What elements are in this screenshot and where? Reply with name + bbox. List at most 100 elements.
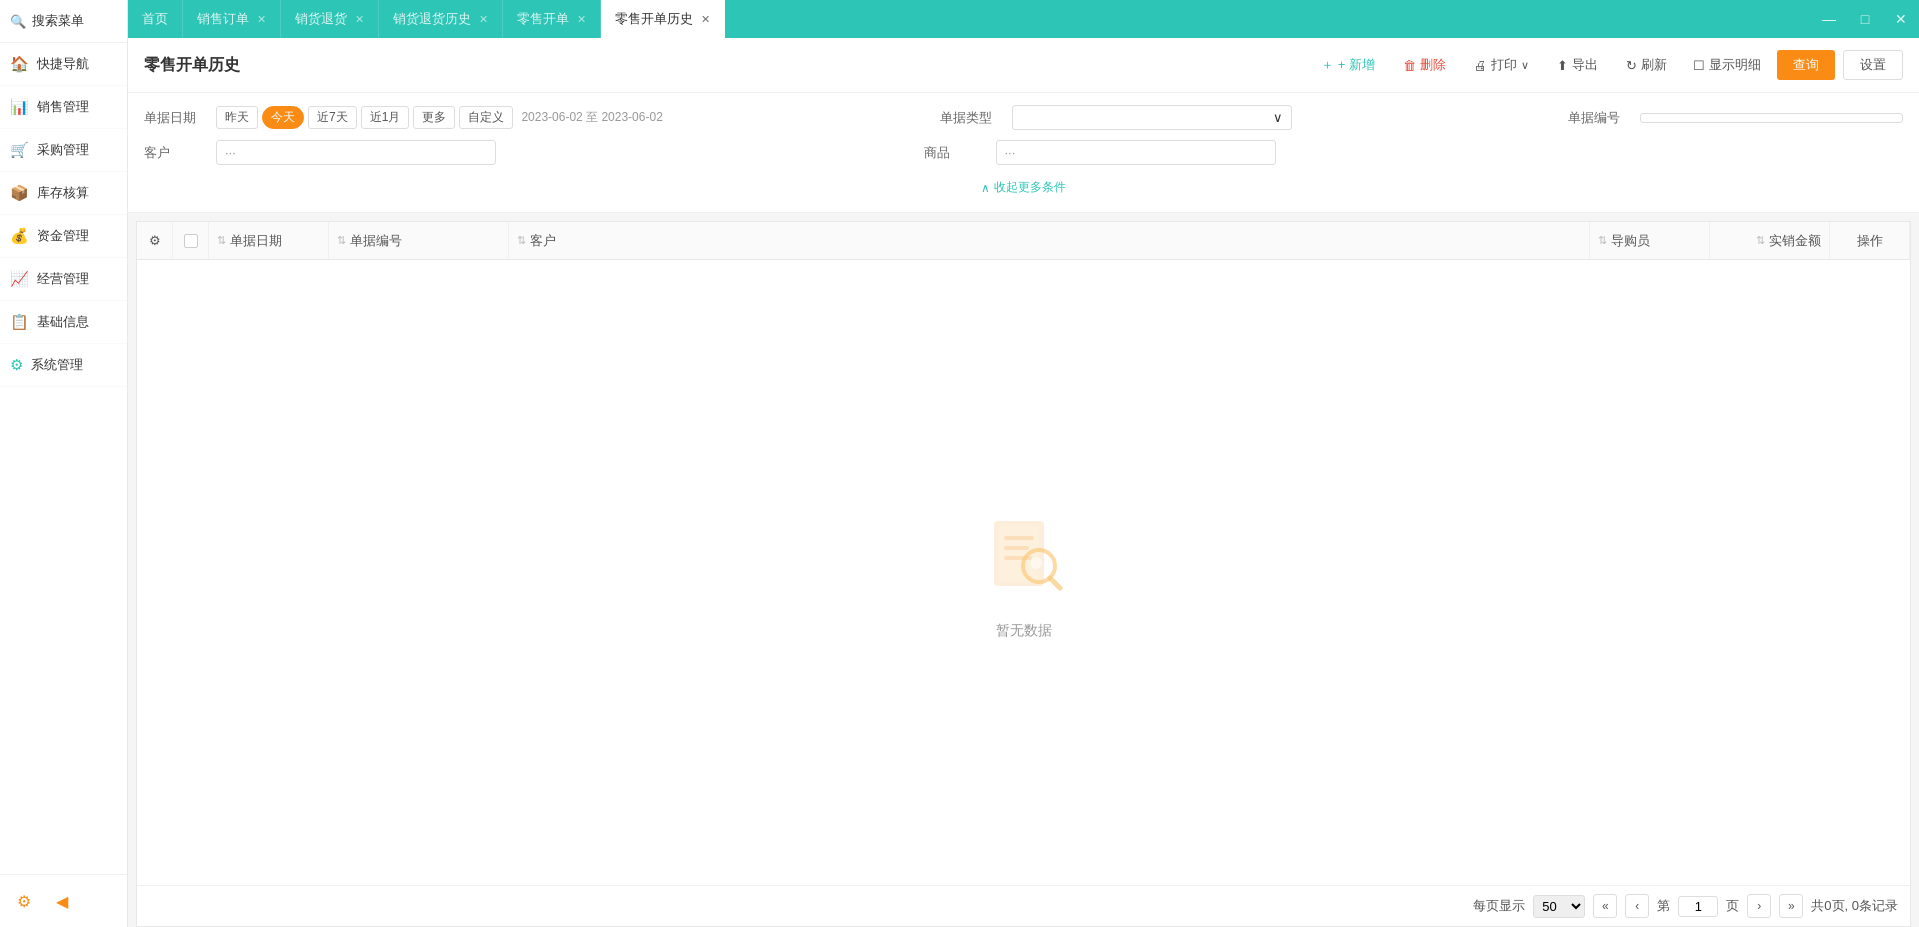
first-page-button[interactable]: «	[1593, 894, 1617, 918]
svg-point-7	[1030, 557, 1042, 569]
pagination: 每页显示 50 10 20 100 « ‹ 第 页 ›	[137, 885, 1910, 926]
sidebar-footer: ⚙ ◀	[0, 874, 127, 927]
sidebar-item-label: 资金管理	[37, 227, 89, 245]
date-buttons: 昨天 今天 近7天 近1月 更多 自定义 2023-06-02 至 2023-0…	[216, 106, 663, 129]
sidebar-item-system[interactable]: ⚙ 系统管理	[0, 344, 127, 387]
th-settings[interactable]: ⚙	[137, 222, 173, 259]
tab-sales-order[interactable]: 销售订单 ✕	[183, 0, 281, 38]
next-page-button[interactable]: ›	[1747, 894, 1771, 918]
tab-retail-open-label: 零售开单	[517, 10, 569, 28]
settings-icon: ⚙	[17, 892, 31, 911]
tab-sales-order-label: 销售订单	[197, 10, 249, 28]
print-button[interactable]: 🖨 打印 ∨	[1464, 51, 1539, 79]
customer-input[interactable]: ···	[216, 140, 496, 165]
th-date[interactable]: ⇅ 单据日期	[209, 222, 329, 259]
sidebar-search[interactable]: 🔍 搜索菜单	[0, 0, 127, 43]
customer-filter-label: 客户	[144, 144, 200, 162]
next-page-icon: ›	[1757, 899, 1761, 913]
tab-home-label: 首页	[142, 10, 168, 28]
tab-sales-return[interactable]: 销货退货 ✕	[281, 0, 379, 38]
tab-retail-open-close[interactable]: ✕	[577, 13, 586, 26]
query-button[interactable]: 查询	[1777, 50, 1835, 80]
th-customer[interactable]: ⇅ 客户	[509, 222, 1590, 259]
delete-button[interactable]: 🗑 删除	[1393, 51, 1456, 79]
print-dropdown-icon: ∨	[1521, 59, 1529, 72]
date-range-text: 2023-06-02 至 2023-06-02	[521, 109, 662, 126]
table-area: ⚙ ⇅ 单据日期 ⇅ 单据编号 ⇅ 客户 ⇅	[136, 221, 1911, 927]
close-button[interactable]: ✕	[1883, 0, 1919, 38]
export-button[interactable]: ⬆ 导出	[1547, 51, 1608, 79]
sort-amount-icon: ⇅	[1756, 234, 1765, 247]
collapse-more-btn[interactable]: ∧ 收起更多条件	[144, 175, 1903, 200]
type-filter-label: 单据类型	[940, 109, 996, 127]
content-area: 零售开单历史 ＋ + 新增 🗑 删除 🖨 打印 ∨ ⬆ 导出	[128, 38, 1919, 927]
search-icon: 🔍	[10, 14, 26, 29]
date-yesterday-btn[interactable]: 昨天	[216, 106, 258, 129]
date-7days-btn[interactable]: 近7天	[308, 106, 357, 129]
display-detail-button[interactable]: ☐ 显示明细	[1685, 51, 1769, 79]
sort-date-icon: ⇅	[217, 234, 226, 247]
tab-retail-open-history[interactable]: 零售开单历史 ✕	[601, 0, 725, 38]
per-page-label: 每页显示	[1473, 897, 1525, 915]
tab-retail-open[interactable]: 零售开单 ✕	[503, 0, 601, 38]
page-number-input[interactable]	[1678, 896, 1718, 917]
sidebar-search-label: 搜索菜单	[32, 12, 84, 30]
th-salesperson[interactable]: ⇅ 导购员	[1590, 222, 1710, 259]
delete-icon: 🗑	[1403, 58, 1416, 73]
window-controls: — □ ✕	[1811, 0, 1919, 38]
table-settings-icon: ⚙	[149, 233, 161, 248]
last-page-button[interactable]: »	[1779, 894, 1803, 918]
tab-home[interactable]: 首页	[128, 0, 183, 38]
purchase-icon: 🛒	[10, 141, 29, 159]
sidebar-item-sales-mgmt[interactable]: 📊 销售管理	[0, 86, 127, 129]
th-checkbox[interactable]	[173, 222, 209, 259]
svg-rect-1	[999, 526, 1039, 581]
first-page-icon: «	[1602, 899, 1609, 913]
settings-button[interactable]: 设置	[1843, 50, 1903, 80]
sidebar-settings-button[interactable]: ⚙	[10, 887, 38, 915]
svg-rect-2	[1004, 536, 1034, 540]
sn-input[interactable]	[1640, 113, 1903, 123]
date-custom-btn[interactable]: 自定义	[459, 106, 513, 129]
checkbox-icon: ☐	[1693, 58, 1705, 73]
date-more-btn[interactable]: 更多	[413, 106, 455, 129]
tab-sales-order-close[interactable]: ✕	[257, 13, 266, 26]
main-area: 首页 销售订单 ✕ 销货退货 ✕ 销货退货历史 ✕ 零售开单 ✕ 零售开单历史 …	[128, 0, 1919, 927]
maximize-button[interactable]: □	[1847, 0, 1883, 38]
date-today-btn[interactable]: 今天	[262, 106, 304, 129]
add-button[interactable]: ＋ + 新增	[1311, 51, 1385, 79]
sidebar-collapse-button[interactable]: ◀	[48, 887, 76, 915]
tab-sales-return-close[interactable]: ✕	[355, 13, 364, 26]
per-page-select[interactable]: 50 10 20 100	[1533, 895, 1585, 918]
sidebar-item-base-info[interactable]: 📋 基础信息	[0, 301, 127, 344]
sidebar-item-purchase-mgmt[interactable]: 🛒 采购管理	[0, 129, 127, 172]
svg-rect-3	[1004, 546, 1029, 550]
sidebar: 🔍 搜索菜单 🏠 快捷导航 📊 销售管理 🛒 采购管理 📦 库存核算 💰 资金管…	[0, 0, 128, 927]
select-all-checkbox[interactable]	[184, 234, 198, 248]
date-1month-btn[interactable]: 近1月	[361, 106, 410, 129]
sidebar-item-operations[interactable]: 📈 经营管理	[0, 258, 127, 301]
filter-row-2: 客户 ··· 商品 ···	[144, 140, 1903, 165]
add-icon: ＋	[1321, 56, 1334, 74]
sidebar-item-inventory[interactable]: 📦 库存核算	[0, 172, 127, 215]
tab-sales-return-label: 销货退货	[295, 10, 347, 28]
tab-sales-return-history[interactable]: 销货退货历史 ✕	[379, 0, 503, 38]
close-icon: ✕	[1895, 11, 1907, 27]
minimize-button[interactable]: —	[1811, 0, 1847, 38]
refresh-button[interactable]: ↻ 刷新	[1616, 51, 1677, 79]
goods-dots: ···	[1005, 145, 1016, 160]
prev-page-button[interactable]: ‹	[1625, 894, 1649, 918]
th-sn[interactable]: ⇅ 单据编号	[329, 222, 509, 259]
tab-sales-return-history-close[interactable]: ✕	[479, 13, 488, 26]
empty-text: 暂无数据	[996, 622, 1052, 640]
tab-retail-open-history-close[interactable]: ✕	[701, 13, 710, 26]
sidebar-item-label: 采购管理	[37, 141, 89, 159]
goods-input[interactable]: ···	[996, 140, 1276, 165]
sidebar-item-quick-nav[interactable]: 🏠 快捷导航	[0, 43, 127, 86]
sidebar-item-finance[interactable]: 💰 资金管理	[0, 215, 127, 258]
th-amount[interactable]: ⇅ 实销金额	[1710, 222, 1830, 259]
type-select[interactable]: ∨	[1012, 105, 1292, 130]
print-icon: 🖨	[1474, 58, 1487, 73]
sales-icon: 📊	[10, 98, 29, 116]
page-suffix: 页	[1726, 897, 1739, 915]
